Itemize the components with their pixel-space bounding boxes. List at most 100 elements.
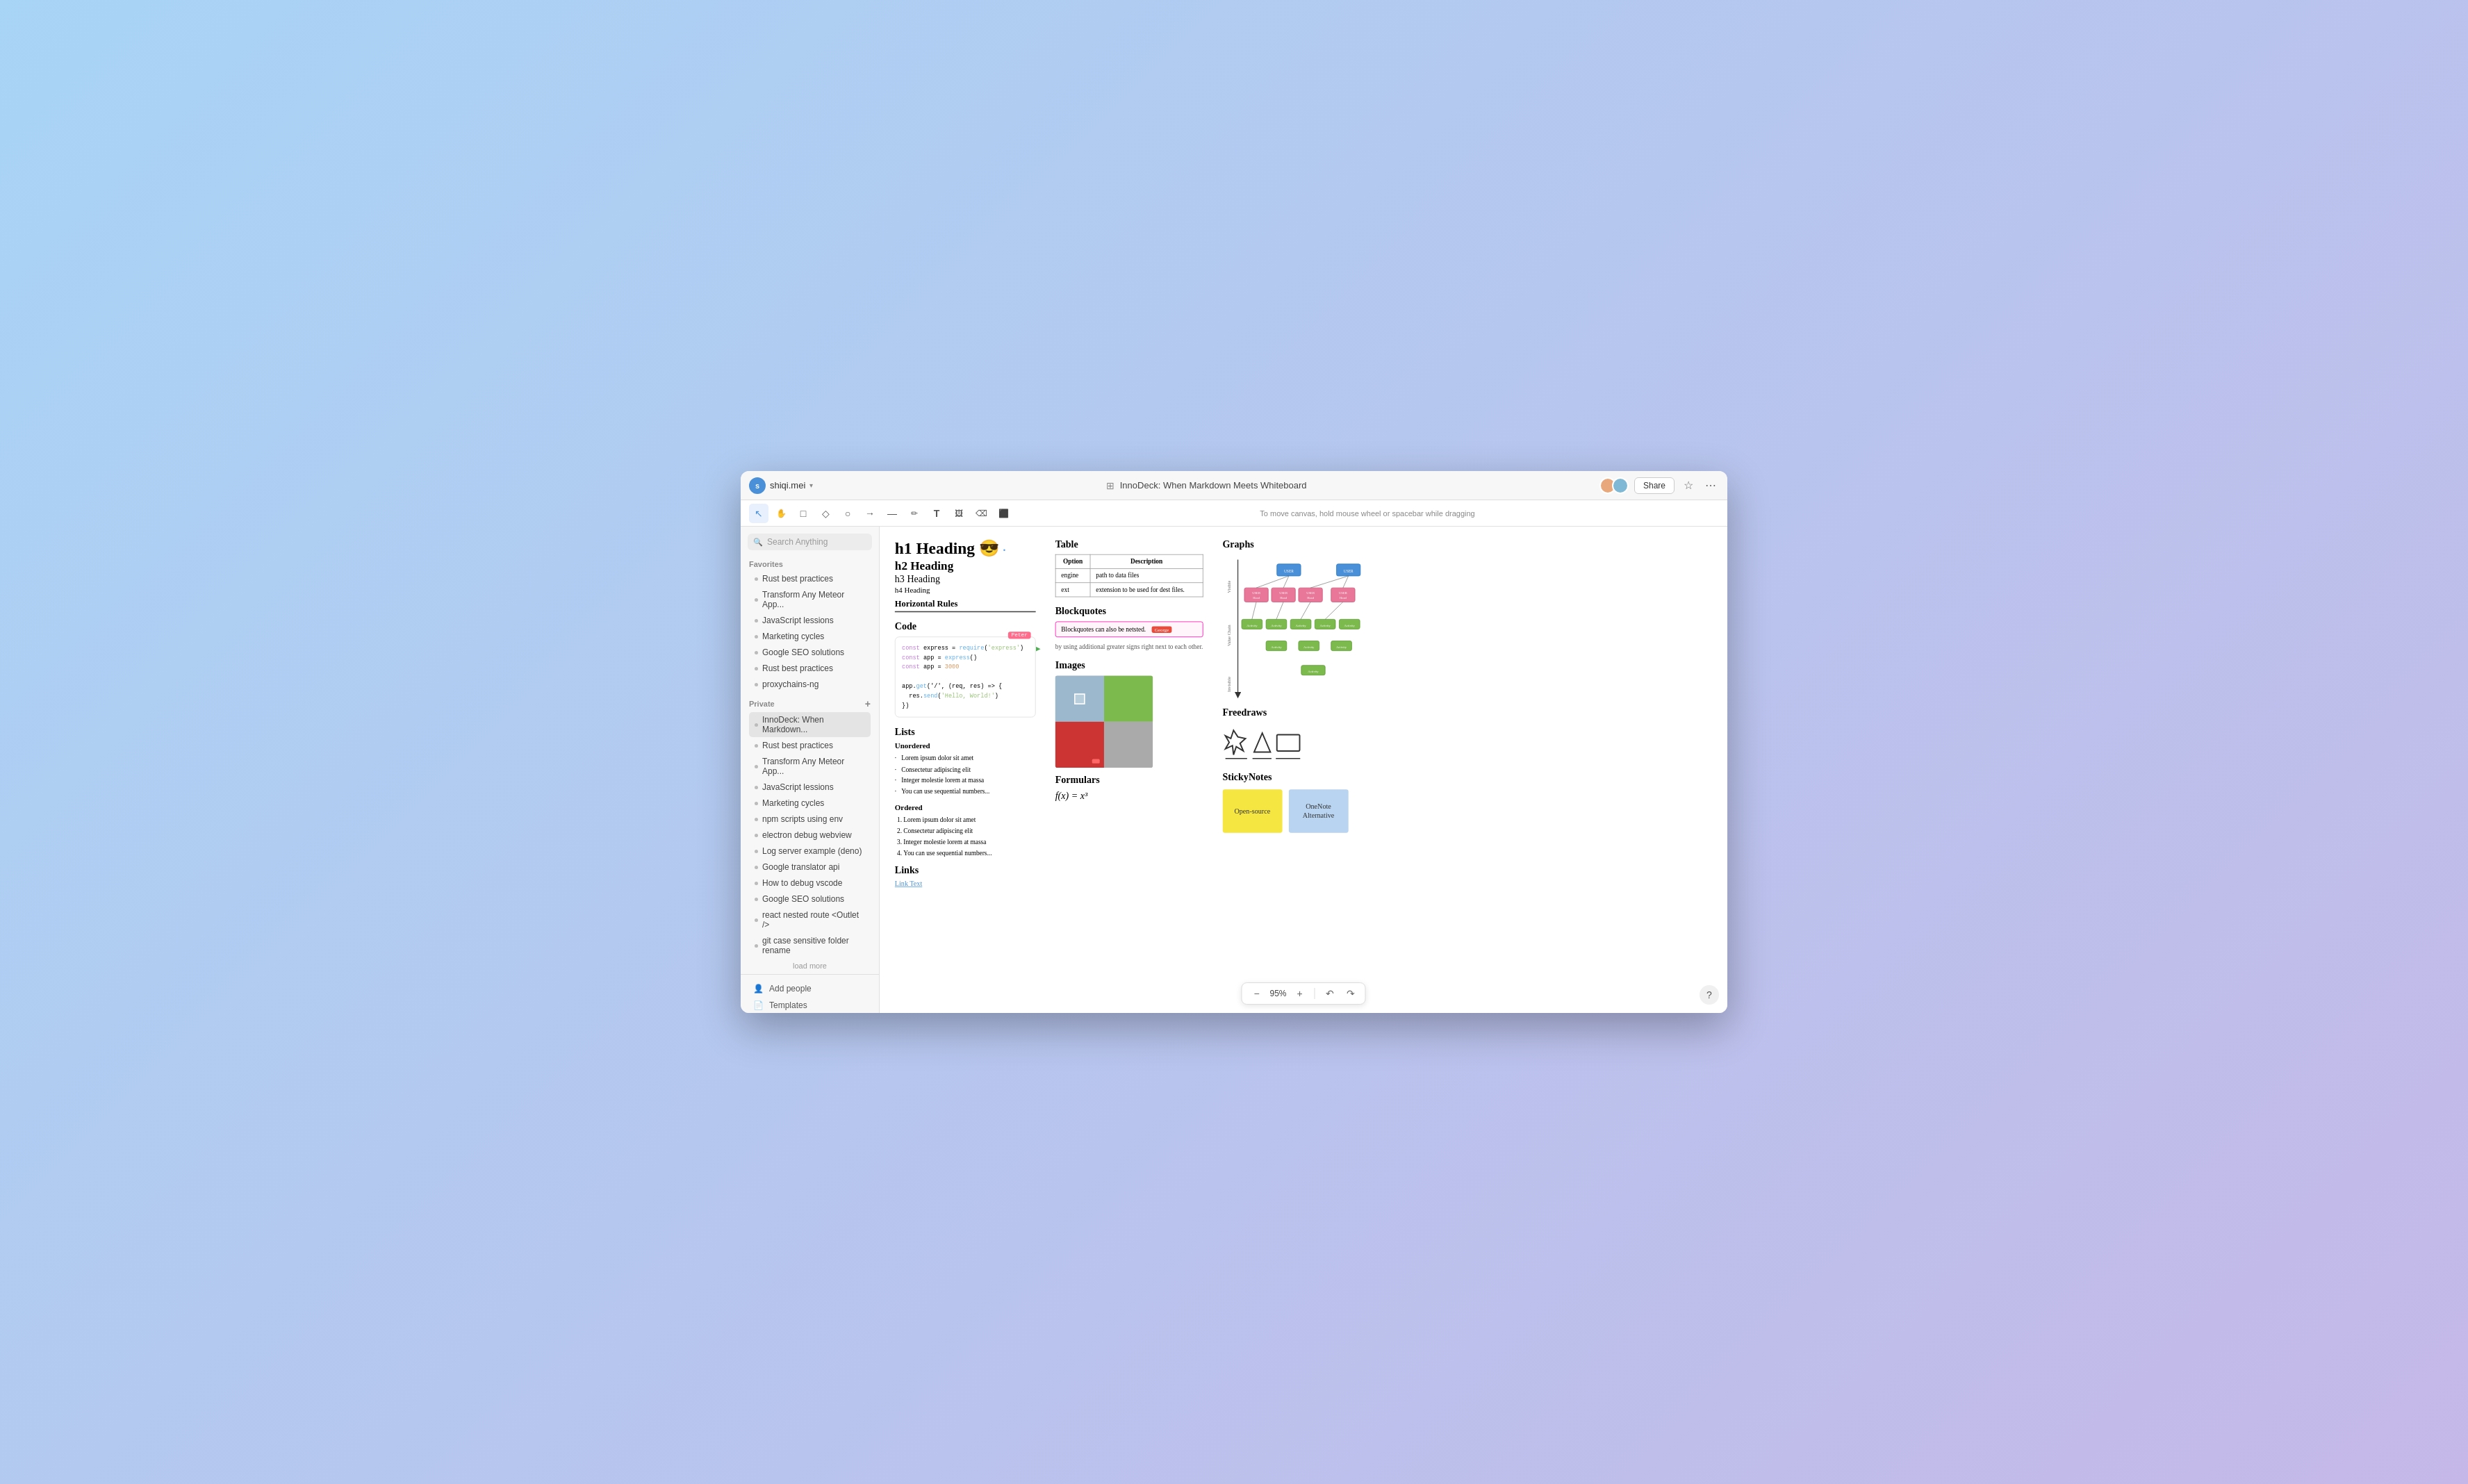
sidebar-item[interactable]: Google SEO solutions (749, 891, 871, 907)
sidebar-item[interactable]: Rust best practices (749, 738, 871, 753)
sticky-note-blue: OneNote Alternative (1289, 789, 1349, 832)
sidebar-item[interactable]: Google translator api (749, 859, 871, 875)
svg-text:Invisible: Invisible (1226, 677, 1231, 692)
list-item: You can use sequential numbers... (895, 786, 1036, 797)
data-table: Option Description engine path to data f… (1055, 554, 1203, 597)
image-q2 (1104, 676, 1153, 722)
sidebar-item[interactable]: How to debug vscode (749, 875, 871, 891)
username: shiqi.mei (770, 480, 805, 490)
sidebar-item[interactable]: git case sensitive folder rename (749, 933, 871, 958)
svg-text:Activity: Activity (1271, 645, 1282, 649)
user-menu[interactable]: s shiqi.mei ▾ (749, 477, 813, 494)
svg-text:USER: USER (1252, 591, 1261, 595)
rectangle-tool[interactable]: □ (793, 504, 813, 523)
line-tool[interactable]: — (882, 504, 902, 523)
graphs-title: Graphs (1222, 538, 1379, 550)
eraser-tool[interactable]: ⌫ (971, 504, 991, 523)
load-more-button[interactable]: load more (749, 959, 871, 973)
sidebar-item[interactable]: Log server example (deno) (749, 843, 871, 859)
george-tag: George (1152, 627, 1171, 633)
link-text[interactable]: Link Text (895, 880, 922, 888)
templates-label: Templates (769, 1000, 807, 1010)
sidebar-item[interactable]: react nested route <Outlet /> (749, 907, 871, 932)
diamond-tool[interactable]: ◇ (816, 504, 835, 523)
search-placeholder: Search Anything (767, 537, 828, 547)
svg-line-38 (1256, 576, 1289, 588)
stickynotes-title: StickyNotes (1222, 772, 1379, 783)
help-button[interactable]: ? (1700, 985, 1719, 1005)
sidebar-item[interactable]: Transform Any Meteor App... (749, 754, 871, 779)
svg-text:Activity: Activity (1247, 624, 1258, 627)
svg-text:Activity: Activity (1308, 670, 1319, 673)
ordered-title: Ordered (895, 803, 1036, 811)
sidebar-item[interactable]: Transform Any Meteor App... (749, 587, 871, 612)
undo-button[interactable]: ↶ (1322, 986, 1338, 1001)
sidebar-item[interactable]: JavaScript lessions (749, 613, 871, 628)
list-item: You can use sequential numbers... (903, 848, 1035, 859)
list-item: Integer molestie lorem at massa (903, 836, 1035, 848)
h3-heading: h3 Heading (895, 574, 1036, 585)
image-q3 (1055, 722, 1104, 768)
ellipse-tool[interactable]: ○ (838, 504, 857, 523)
add-people-button[interactable]: 👤 Add people (748, 980, 872, 997)
table-title: Table (1055, 538, 1203, 550)
svg-text:USER: USER (1284, 569, 1294, 573)
arrow-tool[interactable]: → (860, 504, 880, 523)
sidebar-item[interactable]: Rust best practices (749, 661, 871, 676)
svg-rect-46 (1276, 735, 1299, 751)
sidebar-item[interactable]: Rust best practices (749, 571, 871, 586)
sidebar-item[interactable]: npm scripts using env (749, 811, 871, 827)
pen-tool[interactable]: ✏ (905, 504, 924, 523)
list-item: Consectetur adipiscing elit (895, 764, 1036, 775)
sidebar-item[interactable]: JavaScript lessions (749, 780, 871, 795)
image-tool[interactable]: 🖼 (949, 504, 969, 523)
canvas-area[interactable]: h1 Heading 😎 · h2 Heading h3 Heading h4 … (880, 527, 1727, 1013)
svg-text:Activity: Activity (1295, 624, 1306, 627)
sidebar-item[interactable]: Marketing cycles (749, 795, 871, 811)
canvas-mid-col: Table Option Description engine (1055, 538, 1203, 888)
add-private-button[interactable]: + (865, 698, 871, 709)
svg-text:Head: Head (1340, 596, 1347, 600)
sidebar-item[interactable]: Google SEO solutions (749, 645, 871, 660)
sidebar-item[interactable]: Marketing cycles (749, 629, 871, 644)
more-button[interactable]: ⋯ (1702, 477, 1719, 494)
svg-text:Head: Head (1253, 596, 1260, 600)
blockquote-text: by using additional greater signs right … (1055, 641, 1203, 651)
favorites-section: Favorites Rust best practices Transform … (741, 556, 879, 694)
zoom-out-button[interactable]: − (1249, 986, 1264, 1001)
h1-heading: h1 Heading 😎 · (895, 538, 1036, 557)
sidebar-item-active[interactable]: InnoDeck: When Markdown... (749, 712, 871, 737)
sidebar-item[interactable]: proxychains-ng (749, 677, 871, 692)
freedraw-shapes (1222, 725, 1309, 763)
person-icon: 👤 (753, 984, 764, 994)
favorites-title: Favorites (749, 560, 871, 568)
table-row: engine path to data files (1055, 568, 1203, 582)
title-bar: s shiqi.mei ▾ ⊞ InnoDeck: When Markdown … (741, 471, 1727, 500)
hand-tool[interactable]: ✋ (771, 504, 791, 523)
templates-button[interactable]: 📄 Templates (748, 997, 872, 1013)
zoom-in-button[interactable]: + (1292, 986, 1308, 1001)
sidebar-item[interactable]: electron debug webview (749, 827, 871, 843)
canvas-bottom-bar: − 95% + ↶ ↷ (1241, 982, 1365, 1005)
svg-text:USER: USER (1339, 591, 1348, 595)
zoom-level: 95% (1269, 989, 1286, 998)
search-box[interactable]: 🔍 Search Anything (748, 534, 872, 550)
private-section: Private + InnoDeck: When Markdown... Rus… (741, 694, 879, 974)
app-window: s shiqi.mei ▾ ⊞ InnoDeck: When Markdown … (741, 471, 1727, 1013)
main-area: 🔍 Search Anything Favorites Rust best pr… (741, 527, 1727, 1013)
share-button[interactable]: Share (1634, 477, 1675, 494)
links-title: Links (895, 865, 1036, 876)
search-icon: 🔍 (753, 538, 763, 547)
unordered-title: Unordered (895, 742, 1036, 750)
code-run-icon: ▶ (1036, 643, 1041, 652)
select-tool[interactable]: ↖ (749, 504, 768, 523)
svg-rect-11 (1272, 588, 1295, 602)
table-row: ext extension to be used for dest files. (1055, 583, 1203, 597)
frame-tool[interactable]: ⬛ (994, 504, 1013, 523)
chevron-down-icon: ▾ (809, 481, 813, 489)
redo-button[interactable]: ↷ (1343, 986, 1358, 1001)
svg-rect-8 (1244, 588, 1268, 602)
text-tool[interactable]: T (927, 504, 946, 523)
star-button[interactable]: ☆ (1680, 477, 1697, 494)
add-people-label: Add people (769, 984, 812, 994)
